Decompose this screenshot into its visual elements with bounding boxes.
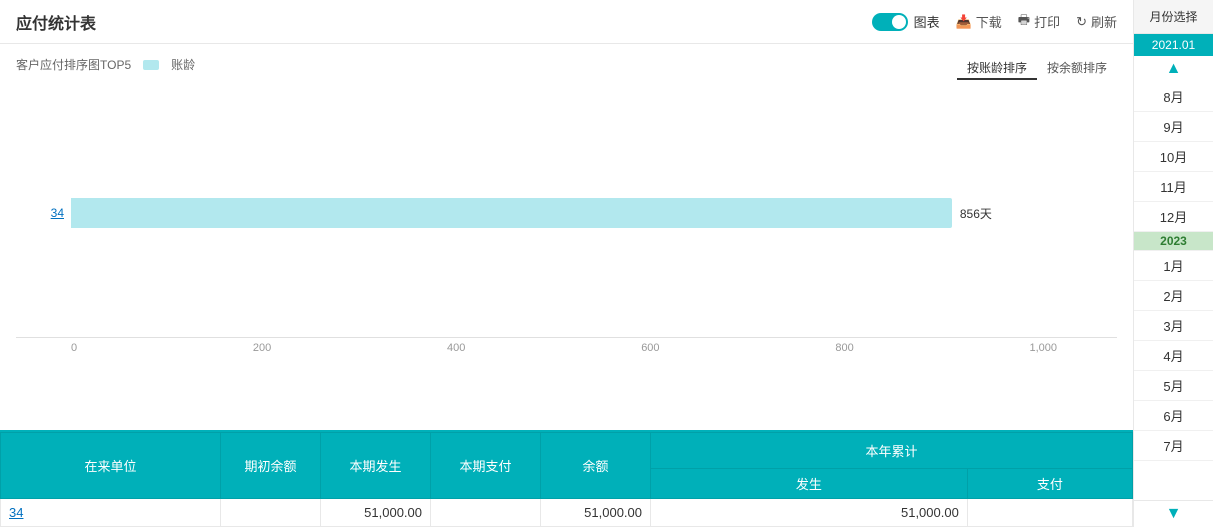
- sidebar-down-button[interactable]: ▼: [1134, 500, 1213, 527]
- x-axis-200: 200: [253, 342, 271, 354]
- sidebar-month-4[interactable]: 4月: [1134, 341, 1213, 371]
- legend-color-box: [143, 60, 159, 70]
- bar-end-label-34: 856天: [960, 205, 992, 222]
- download-label: 下载: [976, 12, 1002, 31]
- sidebar-month-7[interactable]: 7月: [1134, 431, 1213, 461]
- x-axis: 0 200 400 600 800 1,000: [16, 337, 1117, 354]
- col-ytd-pay-header: 支付: [967, 469, 1132, 499]
- sidebar-month-10[interactable]: 10月: [1134, 142, 1213, 172]
- download-button[interactable]: 📥 下载: [956, 12, 1002, 31]
- legend-label: 客户应付排序图TOP5: [16, 56, 131, 73]
- bar-chart-area: 34 856天: [16, 93, 1117, 333]
- chart-header: 客户应付排序图TOP5 账龄 按账龄排序 按余额排序: [16, 56, 1117, 81]
- main-content: 应付统计表 图表 📥 下载 🖶 打印 ↻ 刷新 客户应付排序图TOP5: [0, 0, 1133, 527]
- sidebar-month-5[interactable]: 5月: [1134, 371, 1213, 401]
- cell-occur: 51,000.00: [321, 499, 431, 527]
- sidebar-year-2023[interactable]: 2023: [1134, 232, 1213, 251]
- sidebar-current-value: 2021.01: [1134, 34, 1213, 56]
- cell-opening: [221, 499, 321, 527]
- sort-tabs: 按账龄排序 按余额排序: [957, 57, 1117, 80]
- sort-tab-balance[interactable]: 按余额排序: [1037, 57, 1117, 80]
- x-axis-800: 800: [835, 342, 853, 354]
- unit-link[interactable]: 34: [9, 505, 23, 520]
- sidebar-month-12[interactable]: 12月: [1134, 202, 1213, 232]
- col-ytd-header: 本年累计: [651, 433, 1133, 469]
- col-opening-header: 期初余额: [221, 433, 321, 499]
- cell-ytd-pay: [967, 499, 1132, 527]
- sidebar-month-6[interactable]: 6月: [1134, 401, 1213, 431]
- col-unit-header: 在来单位: [1, 433, 221, 499]
- bar-fill-34: [71, 198, 952, 228]
- bar-row-34: 34 856天: [16, 198, 1117, 228]
- col-occur-header: 本期发生: [321, 433, 431, 499]
- col-ytd-occur-header: 发生: [651, 469, 968, 499]
- bar-chart-container: 34 856天 0 200 400 600 800 1,000: [16, 93, 1117, 373]
- cell-ytd-occur: 51,000.00: [651, 499, 968, 527]
- header-actions: 图表 📥 下载 🖶 打印 ↻ 刷新: [872, 11, 1117, 33]
- download-icon: 📥: [956, 14, 972, 30]
- chart-toggle-wrap: 图表: [872, 12, 940, 31]
- table-section: 在来单位 期初余额 本期发生 本期支付 余额 本年累计 发生 支付 34 51,…: [0, 430, 1133, 527]
- refresh-label: 刷新: [1091, 12, 1117, 31]
- sidebar-month-list: 8月 9月 10月 11月 12月 2023 1月 2月 3月 4月 5月 6月…: [1134, 82, 1213, 500]
- x-axis-600: 600: [641, 342, 659, 354]
- cell-balance: 51,000.00: [541, 499, 651, 527]
- sort-tab-age[interactable]: 按账龄排序: [957, 57, 1037, 80]
- chart-toggle-label: 图表: [914, 12, 940, 31]
- table-row: 34 51,000.00 51,000.00 51,000.00: [1, 499, 1133, 527]
- sidebar: 月份选择 2021.01 ▲ 8月 9月 10月 11月 12月 2023 1月…: [1133, 0, 1213, 527]
- sidebar-month-2[interactable]: 2月: [1134, 281, 1213, 311]
- cell-unit[interactable]: 34: [1, 499, 221, 527]
- header: 应付统计表 图表 📥 下载 🖶 打印 ↻ 刷新: [0, 0, 1133, 44]
- bar-label-34[interactable]: 34: [24, 206, 64, 220]
- col-balance-header: 余额: [541, 433, 651, 499]
- table-body: 34 51,000.00 51,000.00 51,000.00: [1, 499, 1133, 527]
- sidebar-header: 月份选择: [1134, 0, 1213, 34]
- cell-pay: [431, 499, 541, 527]
- table-header-row: 在来单位 期初余额 本期发生 本期支付 余额 本年累计: [1, 433, 1133, 469]
- chart-legend: 客户应付排序图TOP5 账龄: [16, 56, 195, 73]
- data-table: 在来单位 期初余额 本期发生 本期支付 余额 本年累计 发生 支付 34 51,…: [0, 432, 1133, 527]
- sidebar-month-1[interactable]: 1月: [1134, 251, 1213, 281]
- sidebar-month-3[interactable]: 3月: [1134, 311, 1213, 341]
- chart-section: 客户应付排序图TOP5 账龄 按账龄排序 按余额排序 34 856天 0: [0, 44, 1133, 430]
- chart-toggle[interactable]: [872, 13, 908, 31]
- sidebar-month-11[interactable]: 11月: [1134, 172, 1213, 202]
- x-axis-0: 0: [71, 342, 77, 354]
- sidebar-month-8[interactable]: 8月: [1134, 82, 1213, 112]
- legend-color-label: 账龄: [171, 56, 195, 73]
- col-pay-header: 本期支付: [431, 433, 541, 499]
- refresh-button[interactable]: ↻ 刷新: [1076, 12, 1117, 31]
- print-button[interactable]: 🖶 打印: [1018, 11, 1060, 33]
- x-axis-1000: 1,000: [1029, 342, 1057, 354]
- print-label: 打印: [1034, 12, 1060, 31]
- page-title: 应付统计表: [16, 10, 96, 34]
- sidebar-up-button[interactable]: ▲: [1134, 56, 1213, 82]
- x-axis-400: 400: [447, 342, 465, 354]
- sidebar-month-9[interactable]: 9月: [1134, 112, 1213, 142]
- refresh-icon: ↻: [1076, 14, 1087, 30]
- print-icon: 🖶: [1018, 11, 1030, 33]
